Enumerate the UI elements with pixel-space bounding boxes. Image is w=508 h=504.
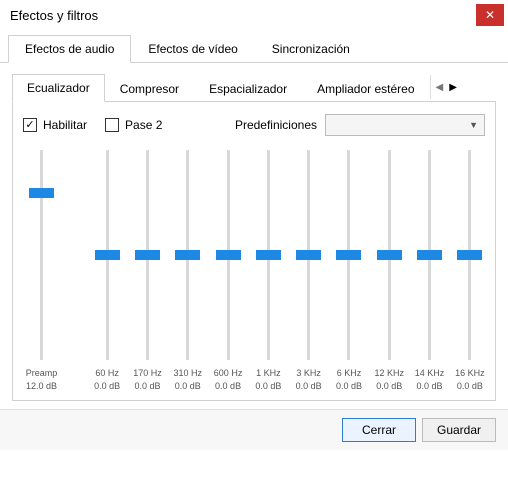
close-button[interactable]: Cerrar [342,418,416,442]
close-icon: ✕ [485,8,495,22]
slider-thumb[interactable] [417,250,442,260]
dialog-footer: Cerrar Guardar [0,409,508,450]
presets-dropdown[interactable]: ▼ [325,114,485,136]
equalizer-panel: Habilitar Pase 2 Predefiniciones ▼ Pream… [12,102,496,401]
checkbox-icon [105,118,119,132]
pass2-label: Pase 2 [125,118,162,132]
subtab-stereo-widener[interactable]: Ampliador estéreo [302,75,429,102]
subtab-compressor[interactable]: Compresor [105,75,194,102]
tab-sync[interactable]: Sincronización [255,35,367,63]
close-window-button[interactable]: ✕ [476,4,504,26]
presets-label: Predefiniciones [235,118,317,132]
eq-controls-row: Habilitar Pase 2 Predefiniciones ▼ [23,114,485,136]
subtab-spatializer[interactable]: Espacializador [194,75,302,102]
slider-thumb[interactable] [175,250,200,260]
band-slider-1khz[interactable]: 1 KHz 0.0 dB [253,150,283,392]
slider-thumb[interactable] [95,250,120,260]
slider-thumb[interactable] [29,188,54,198]
slider-thumb[interactable] [135,250,160,260]
tab-video-effects[interactable]: Efectos de vídeo [131,35,254,63]
enable-checkbox[interactable]: Habilitar [23,118,87,132]
subtab-nav: ◀ ▶ [430,75,462,99]
band-slider-16khz[interactable]: 16 KHz 0.0 dB [455,150,485,392]
slider-thumb[interactable] [256,250,281,260]
main-tabbar: Efectos de audio Efectos de vídeo Sincro… [0,34,508,63]
band-slider-3khz[interactable]: 3 KHz 0.0 dB [294,150,324,392]
band-slider-600hz[interactable]: 600 Hz 0.0 dB [213,150,243,392]
window-titlebar: Efectos y filtros ✕ [0,0,508,30]
checkbox-icon [23,118,37,132]
eq-sliders: Preamp 12.0 dB 60 Hz 0.0 dB 170 Hz 0.0 d… [23,146,485,392]
sub-tabbar: Ecualizador Compresor Espacializador Amp… [12,73,496,102]
chevron-down-icon: ▼ [469,120,478,130]
slider-thumb[interactable] [336,250,361,260]
preamp-slider[interactable]: Preamp 12.0 dB [23,150,60,392]
content-area: Ecualizador Compresor Espacializador Amp… [0,63,508,409]
preamp-value: 12.0 dB [26,381,57,392]
tab-audio-effects[interactable]: Efectos de audio [8,35,131,63]
band-slider-12khz[interactable]: 12 KHz 0.0 dB [374,150,404,392]
save-button[interactable]: Guardar [422,418,496,442]
window-title: Efectos y filtros [10,8,98,23]
band-slider-14khz[interactable]: 14 KHz 0.0 dB [414,150,444,392]
slider-thumb[interactable] [296,250,321,260]
slider-track [40,150,43,360]
presets-row: Predefiniciones ▼ [235,114,485,136]
band-slider-60hz[interactable]: 60 Hz 0.0 dB [92,150,122,392]
band-slider-6khz[interactable]: 6 KHz 0.0 dB [334,150,364,392]
slider-thumb[interactable] [457,250,482,260]
slider-thumb[interactable] [216,250,241,260]
slider-thumb[interactable] [377,250,402,260]
subtab-prev-icon[interactable]: ◀ [433,82,447,93]
pass2-checkbox[interactable]: Pase 2 [105,118,162,132]
enable-label: Habilitar [43,118,87,132]
subtab-next-icon[interactable]: ▶ [446,82,460,93]
band-slider-310hz[interactable]: 310 Hz 0.0 dB [173,150,203,392]
band-slider-170hz[interactable]: 170 Hz 0.0 dB [132,150,162,392]
preamp-label: Preamp [26,368,58,379]
subtab-equalizer[interactable]: Ecualizador [12,74,105,102]
